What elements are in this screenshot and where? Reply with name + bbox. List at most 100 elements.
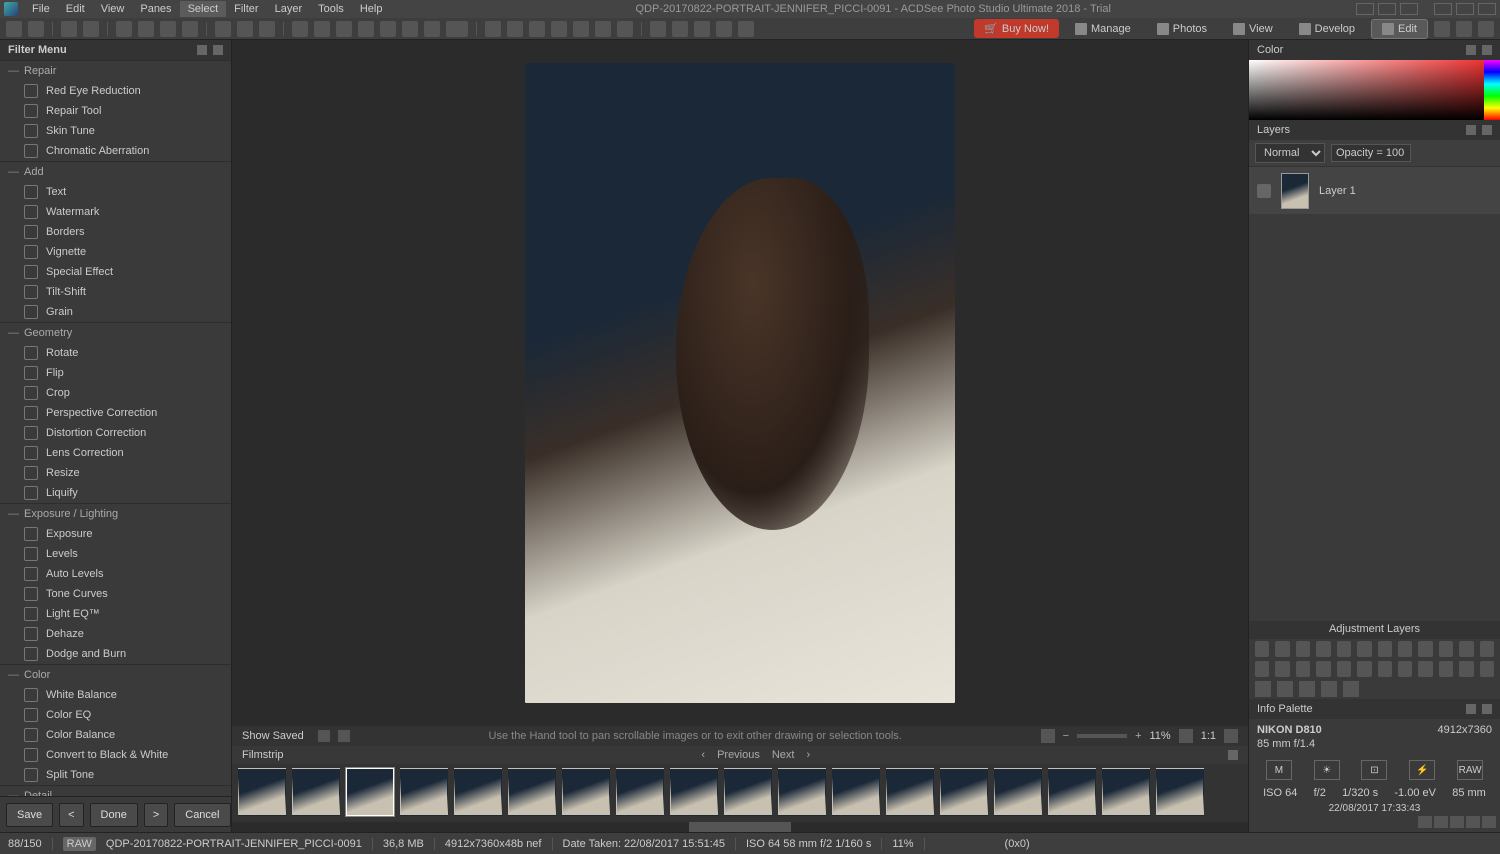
pin-icon[interactable] — [1466, 704, 1476, 714]
bw-adj-icon[interactable] — [1398, 641, 1412, 657]
filter-resize[interactable]: Resize — [0, 463, 231, 483]
pin-icon[interactable] — [197, 45, 207, 55]
wb-adj-icon[interactable] — [1337, 641, 1351, 657]
burn-icon[interactable] — [402, 21, 418, 37]
filmstrip-thumb[interactable] — [238, 768, 286, 816]
group-add[interactable]: Add — [0, 161, 231, 182]
adj2-7-icon[interactable] — [1378, 661, 1392, 677]
layer-row[interactable]: Layer 1 — [1249, 166, 1500, 214]
blend-mode-select[interactable]: Normal — [1255, 143, 1325, 163]
menu-edit[interactable]: Edit — [58, 1, 93, 17]
menu-panes[interactable]: Panes — [132, 1, 179, 17]
adj2-5-icon[interactable] — [1337, 661, 1351, 677]
close-icon[interactable] — [1482, 125, 1492, 135]
filter-tone-curves[interactable]: Tone Curves — [0, 584, 231, 604]
group-exposure-lighting[interactable]: Exposure / Lighting — [0, 503, 231, 524]
target-icon[interactable] — [529, 21, 545, 37]
filter-repair-tool[interactable]: Repair Tool — [0, 101, 231, 121]
filter-light-eq-[interactable]: Light EQ™ — [0, 604, 231, 624]
filmstrip-thumb[interactable] — [508, 768, 556, 816]
rb-icon-3[interactable] — [1450, 816, 1464, 828]
hsl-adj-icon[interactable] — [1418, 641, 1432, 657]
lasso-icon[interactable] — [138, 21, 154, 37]
adj2-10-icon[interactable] — [1439, 661, 1453, 677]
develop-mode-button[interactable]: Develop — [1289, 20, 1365, 38]
vibrance-adj-icon[interactable] — [1439, 641, 1453, 657]
filter-lens-correction[interactable]: Lens Correction — [0, 443, 231, 463]
filter-vignette[interactable]: Vignette — [0, 242, 231, 262]
manage-mode-button[interactable]: Manage — [1065, 20, 1141, 38]
filter-liquify[interactable]: Liquify — [0, 483, 231, 503]
group-detail[interactable]: Detail — [0, 785, 231, 796]
tile-right-icon[interactable] — [1400, 3, 1418, 15]
filter-skin-tune[interactable]: Skin Tune — [0, 121, 231, 141]
filmstrip-thumb[interactable] — [994, 768, 1042, 816]
gradient-icon[interactable] — [336, 21, 352, 37]
expand-icon[interactable] — [318, 730, 330, 742]
filmstrip-scrollbar[interactable] — [232, 822, 1248, 832]
curves-adj-icon[interactable] — [1296, 641, 1310, 657]
fill-icon[interactable] — [314, 21, 330, 37]
select-tool-icon[interactable] — [28, 21, 44, 37]
filter-levels[interactable]: Levels — [0, 544, 231, 564]
filmstrip-thumb[interactable] — [346, 768, 394, 816]
filter-borders[interactable]: Borders — [0, 222, 231, 242]
move-icon[interactable] — [573, 21, 589, 37]
filter-grain[interactable]: Grain — [0, 302, 231, 322]
adj2-4-icon[interactable] — [1316, 661, 1330, 677]
rb-icon-2[interactable] — [1434, 816, 1448, 828]
adj2-9-icon[interactable] — [1418, 661, 1432, 677]
zoom-fit-icon[interactable] — [485, 21, 501, 37]
cancel-button[interactable]: Cancel — [174, 803, 230, 827]
filter-crop[interactable]: Crop — [0, 383, 231, 403]
filmstrip-thumb[interactable] — [886, 768, 934, 816]
filter-flip[interactable]: Flip — [0, 363, 231, 383]
filter-convert-to-black-white[interactable]: Convert to Black & White — [0, 745, 231, 765]
filter-color-balance[interactable]: Color Balance — [0, 725, 231, 745]
rb-icon-5[interactable] — [1482, 816, 1496, 828]
redo-icon[interactable] — [83, 21, 99, 37]
filter-watermark[interactable]: Watermark — [0, 202, 231, 222]
duplicate-icon[interactable] — [1343, 681, 1359, 697]
filmstrip-thumb[interactable] — [940, 768, 988, 816]
chevron-left-icon[interactable]: ‹ — [701, 749, 705, 761]
snap-icon[interactable] — [672, 21, 688, 37]
pin-icon[interactable] — [1466, 45, 1476, 55]
folder-icon[interactable] — [1321, 681, 1337, 697]
menu-filter[interactable]: Filter — [226, 1, 266, 17]
histogram-toggle-icon[interactable] — [338, 730, 350, 742]
menu-help[interactable]: Help — [352, 1, 391, 17]
adj2-2-icon[interactable] — [1275, 661, 1289, 677]
levels-adj-icon[interactable] — [1275, 641, 1289, 657]
light-adj-icon[interactable] — [1316, 641, 1330, 657]
filmstrip-thumb[interactable] — [292, 768, 340, 816]
filter-exposure[interactable]: Exposure — [0, 524, 231, 544]
buy-now-button[interactable]: 🛒 Buy Now! — [974, 19, 1059, 38]
prev-image-button[interactable]: < — [59, 803, 83, 827]
menu-file[interactable]: File — [24, 1, 58, 17]
filmstrip-thumb[interactable] — [1156, 768, 1204, 816]
preview-icon[interactable] — [694, 21, 710, 37]
filter-text[interactable]: Text — [0, 182, 231, 202]
polygon-icon[interactable] — [160, 21, 176, 37]
filter-distortion-correction[interactable]: Distortion Correction — [0, 423, 231, 443]
grid-icon[interactable] — [650, 21, 666, 37]
filter-color-eq[interactable]: Color EQ — [0, 705, 231, 725]
close-window-icon[interactable] — [1478, 3, 1496, 15]
edit-mode-button[interactable]: Edit — [1371, 19, 1428, 39]
filter-split-tone[interactable]: Split Tone — [0, 765, 231, 785]
filmstrip-thumb[interactable] — [400, 768, 448, 816]
filmstrip-thumb[interactable] — [562, 768, 610, 816]
sync-icon[interactable] — [1434, 21, 1450, 37]
rb-icon-4[interactable] — [1466, 816, 1480, 828]
zoom-dropdown-icon[interactable] — [1041, 729, 1055, 743]
filter-auto-levels[interactable]: Auto Levels — [0, 564, 231, 584]
maximize-icon[interactable] — [1456, 3, 1474, 15]
color-adj-icon[interactable] — [1357, 641, 1371, 657]
filmstrip-thumb[interactable] — [832, 768, 880, 816]
eraser-icon[interactable] — [259, 21, 275, 37]
clone-icon[interactable] — [424, 21, 440, 37]
hand-tool-icon[interactable] — [6, 21, 22, 37]
zoom-slider[interactable] — [1077, 734, 1127, 738]
filter-rotate[interactable]: Rotate — [0, 343, 231, 363]
